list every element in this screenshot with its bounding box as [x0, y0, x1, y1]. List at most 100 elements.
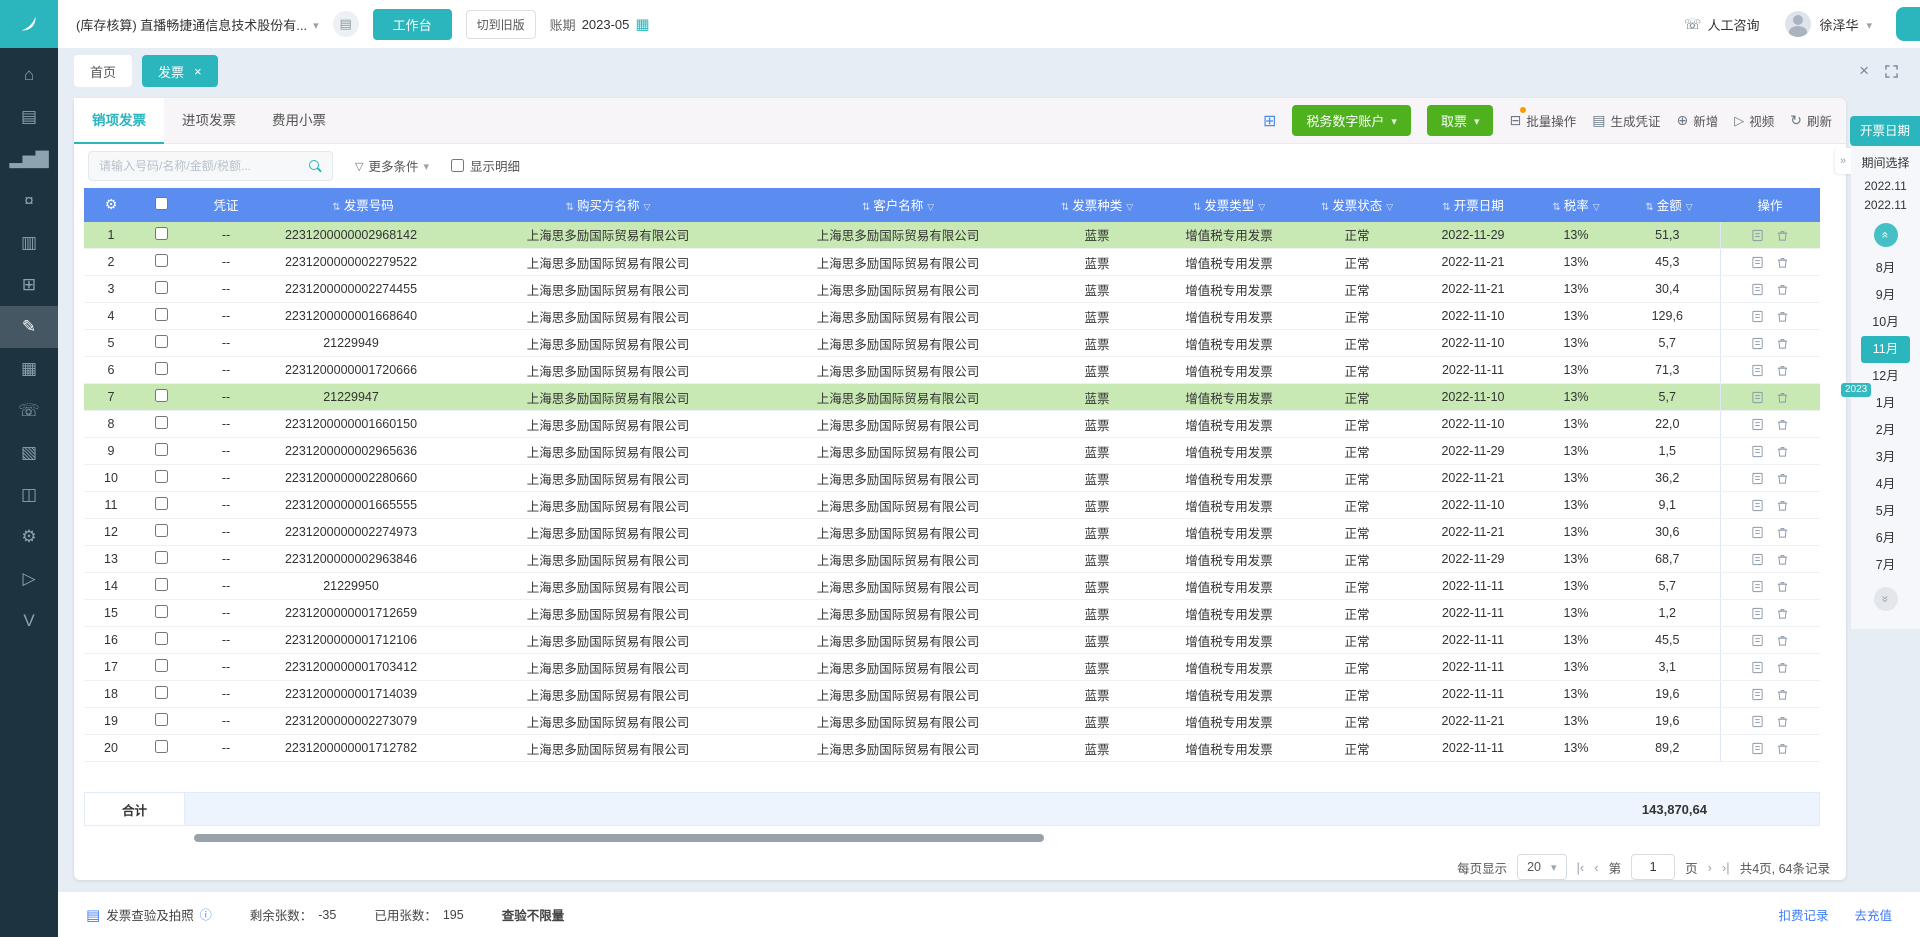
cell-customer[interactable]: 上海思多励国际贸易有限公司: [758, 411, 1038, 438]
cell-buyer[interactable]: 上海思多励国际贸易有限公司: [458, 519, 758, 546]
delete-icon[interactable]: [1776, 418, 1789, 431]
row-checkbox[interactable]: [155, 605, 168, 618]
sidebar-item-funds[interactable]: ¤: [0, 180, 58, 222]
view-detail-icon[interactable]: [1751, 661, 1764, 674]
view-detail-icon[interactable]: [1751, 472, 1764, 485]
delete-icon[interactable]: [1776, 229, 1789, 242]
last-page-icon[interactable]: [1722, 860, 1730, 875]
view-detail-icon[interactable]: [1751, 688, 1764, 701]
cell-customer[interactable]: 上海思多励国际贸易有限公司: [758, 438, 1038, 465]
row-checkbox[interactable]: [155, 362, 168, 375]
subtab-进项发票[interactable]: 进项发票: [164, 98, 254, 144]
fullscreen-icon[interactable]: [1885, 65, 1898, 78]
column-header-buyer[interactable]: ⇅购买方名称▽: [458, 188, 758, 222]
sort-icon[interactable]: ⇅: [566, 202, 574, 213]
row-checkbox[interactable]: [155, 443, 168, 456]
delete-icon[interactable]: [1776, 391, 1789, 404]
delete-icon[interactable]: [1776, 364, 1789, 377]
cell-customer[interactable]: 上海思多励国际贸易有限公司: [758, 546, 1038, 573]
row-checkbox[interactable]: [155, 335, 168, 348]
view-detail-icon[interactable]: [1751, 310, 1764, 323]
column-header-date[interactable]: ⇅开票日期: [1412, 188, 1534, 222]
delete-icon[interactable]: [1776, 445, 1789, 458]
sort-icon[interactable]: ⇅: [1193, 202, 1201, 213]
filter-funnel-icon[interactable]: ▽: [643, 202, 650, 212]
select-all-checkbox[interactable]: [155, 197, 168, 210]
table-row[interactable]: 16--2231200000001712106上海思多励国际贸易有限公司上海思多…: [84, 627, 1820, 654]
filter-funnel-icon[interactable]: ▽: [1593, 202, 1600, 212]
more-conditions-button[interactable]: 更多条件: [355, 156, 429, 175]
column-header-ops[interactable]: 操作: [1720, 188, 1820, 222]
view-detail-icon[interactable]: [1751, 526, 1764, 539]
cell-buyer[interactable]: 上海思多励国际贸易有限公司: [458, 249, 758, 276]
row-checkbox[interactable]: [155, 416, 168, 429]
sort-icon[interactable]: ⇅: [332, 202, 340, 213]
row-checkbox-cell[interactable]: [138, 465, 184, 492]
filter-funnel-icon[interactable]: ▽: [1258, 202, 1265, 212]
view-detail-icon[interactable]: [1751, 607, 1764, 620]
cell-buyer[interactable]: 上海思多励国际贸易有限公司: [458, 546, 758, 573]
page-number-input[interactable]: [1631, 854, 1675, 880]
sort-icon[interactable]: ⇅: [1442, 202, 1450, 213]
cell-buyer[interactable]: 上海思多励国际贸易有限公司: [458, 357, 758, 384]
row-checkbox-cell[interactable]: [138, 411, 184, 438]
info-icon[interactable]: [200, 906, 212, 923]
table-row[interactable]: 17--2231200000001703412上海思多励国际贸易有限公司上海思多…: [84, 654, 1820, 681]
sort-icon[interactable]: ⇅: [1552, 202, 1560, 213]
cell-customer[interactable]: 上海思多励国际贸易有限公司: [758, 357, 1038, 384]
delete-icon[interactable]: [1776, 580, 1789, 593]
delete-icon[interactable]: [1776, 337, 1789, 350]
batch-operation-button[interactable]: 批量操作: [1509, 111, 1576, 130]
filter-funnel-icon[interactable]: ▽: [1386, 202, 1393, 212]
cell-buyer[interactable]: 上海思多励国际贸易有限公司: [458, 222, 758, 249]
view-detail-icon[interactable]: [1751, 418, 1764, 431]
row-checkbox[interactable]: [155, 686, 168, 699]
switch-old-version-button[interactable]: 切到旧版: [466, 10, 536, 39]
cell-buyer[interactable]: 上海思多励国际贸易有限公司: [458, 573, 758, 600]
cell-customer[interactable]: 上海思多励国际贸易有限公司: [758, 465, 1038, 492]
refresh-button[interactable]: 刷新: [1790, 111, 1832, 130]
delete-icon[interactable]: [1776, 607, 1789, 620]
tab-发票[interactable]: 发票: [142, 55, 218, 87]
row-checkbox-cell[interactable]: [138, 519, 184, 546]
row-checkbox[interactable]: [155, 551, 168, 564]
delete-icon[interactable]: [1776, 256, 1789, 269]
view-detail-icon[interactable]: [1751, 715, 1764, 728]
video-button[interactable]: 视频: [1734, 111, 1774, 130]
cell-customer[interactable]: 上海思多励国际贸易有限公司: [758, 573, 1038, 600]
table-row[interactable]: 1--2231200000002968142上海思多励国际贸易有限公司上海思多励…: [84, 222, 1820, 249]
row-checkbox-cell[interactable]: [138, 573, 184, 600]
delete-icon[interactable]: [1776, 310, 1789, 323]
table-row[interactable]: 15--2231200000001712659上海思多励国际贸易有限公司上海思多…: [84, 600, 1820, 627]
delete-icon[interactable]: [1776, 553, 1789, 566]
row-checkbox[interactable]: [155, 659, 168, 672]
month-item-9月[interactable]: 9月: [1855, 282, 1916, 309]
cell-customer[interactable]: 上海思多励国际贸易有限公司: [758, 708, 1038, 735]
row-checkbox[interactable]: [155, 632, 168, 645]
table-row[interactable]: 11--2231200000001665555上海思多励国际贸易有限公司上海思多…: [84, 492, 1820, 519]
sidebar-item-settings[interactable]: ⚙: [0, 516, 58, 558]
search-input[interactable]: [99, 159, 308, 173]
row-checkbox-cell[interactable]: [138, 735, 184, 762]
sidebar-item-bills[interactable]: ▤: [0, 96, 58, 138]
tab-close-icon[interactable]: [194, 64, 202, 79]
cell-customer[interactable]: 上海思多励国际贸易有限公司: [758, 303, 1038, 330]
delete-icon[interactable]: [1776, 283, 1789, 296]
row-checkbox-cell[interactable]: [138, 276, 184, 303]
period-start[interactable]: 2022.11: [1855, 177, 1916, 196]
sidebar-item-files[interactable]: ▧: [0, 432, 58, 474]
sidebar-item-assets[interactable]: ◫: [0, 474, 58, 516]
table-row[interactable]: 6--2231200000001720666上海思多励国际贸易有限公司上海思多励…: [84, 357, 1820, 384]
tab-首页[interactable]: 首页: [74, 55, 132, 87]
month-item-11月[interactable]: 11月: [1861, 336, 1910, 363]
table-row[interactable]: 7--21229947上海思多励国际贸易有限公司上海思多励国际贸易有限公司蓝票增…: [84, 384, 1820, 411]
cell-buyer[interactable]: 上海思多励国际贸易有限公司: [458, 411, 758, 438]
cell-buyer[interactable]: 上海思多励国际贸易有限公司: [458, 708, 758, 735]
row-checkbox-cell[interactable]: [138, 600, 184, 627]
support-button[interactable]: 人工咨询: [1684, 15, 1760, 34]
cell-buyer[interactable]: 上海思多励国际贸易有限公司: [458, 303, 758, 330]
scroll-months-down-button[interactable]: »: [1874, 587, 1898, 611]
show-detail-checkbox[interactable]: [451, 159, 464, 172]
delete-icon[interactable]: [1776, 499, 1789, 512]
row-checkbox[interactable]: [155, 497, 168, 510]
